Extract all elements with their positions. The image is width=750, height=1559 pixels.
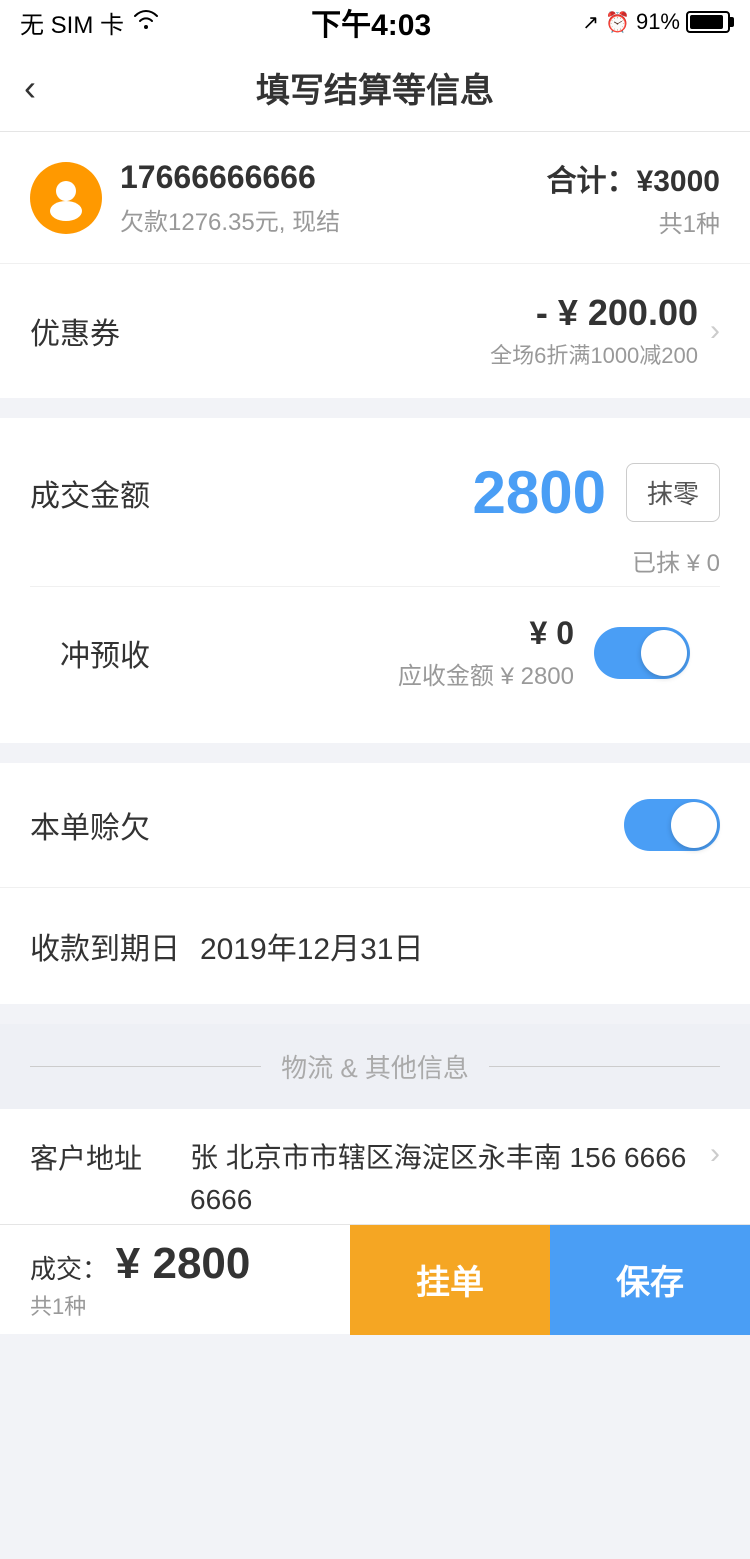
bottom-deal-info: 成交： ¥ 2800 共1种	[0, 1239, 350, 1321]
deal-subtext: 已抹 ¥ 0	[632, 550, 720, 577]
logistics-line-right	[489, 1066, 720, 1067]
prepay-label: 冲预收	[60, 631, 150, 675]
toggle-knob	[641, 630, 687, 676]
address-value: 张 北京市市辖区海淀区永丰南 156 6666 6666	[190, 1137, 710, 1221]
credit-label: 本单赊欠	[30, 803, 150, 847]
bottom-deal-label-row: 成交： ¥ 2800	[30, 1239, 320, 1289]
customer-section: 17666666666 欠款1276.35元, 现结 合计：¥3000 共1种 …	[0, 132, 750, 398]
total-amount: 合计：¥3000	[547, 156, 720, 200]
credit-toggle-knob	[671, 802, 717, 848]
deal-label: 成交金额	[30, 471, 150, 515]
deal-right: 2800 抹零	[473, 458, 721, 527]
prepay-amount: ¥ 0	[398, 615, 574, 652]
page-title: 填写结算等信息	[256, 63, 494, 112]
total-count: 共1种	[547, 204, 720, 239]
address-chevron-icon: ›	[710, 1137, 720, 1171]
hang-order-button[interactable]: 挂单	[350, 1225, 550, 1335]
credit-section: 本单赊欠 收款到期日 2019年12月31日	[0, 763, 750, 1004]
credit-toggle[interactable]	[624, 799, 720, 851]
address-label: 客户地址	[30, 1137, 170, 1177]
status-right: ↗ ⏰ 91%	[582, 9, 730, 35]
status-bar: 无 SIM 卡 下午4:03 ↗ ⏰ 91%	[0, 0, 750, 44]
customer-subtext: 欠款1276.35元, 现结	[120, 202, 340, 237]
nav-bar: ‹ 填写结算等信息	[0, 44, 750, 132]
prepay-row: 冲预收 ¥ 0 应收金额 ¥ 2800	[30, 586, 720, 719]
duedate-value: 2019年12月31日	[200, 924, 423, 968]
prepay-subtext: 应收金额 ¥ 2800	[398, 656, 574, 691]
content-area: 17666666666 欠款1276.35元, 现结 合计：¥3000 共1种 …	[0, 132, 750, 1559]
chevron-right-icon: ›	[710, 314, 720, 348]
status-time: 下午4:03	[311, 0, 431, 44]
customer-info: 17666666666 欠款1276.35元, 现结	[120, 159, 340, 237]
coupon-amount: - ¥ 200.00	[490, 292, 698, 334]
battery-icon	[686, 11, 730, 33]
battery-percent: 91%	[636, 9, 680, 35]
customer-row: 17666666666 欠款1276.35元, 现结 合计：¥3000 共1种	[0, 132, 750, 264]
clock-icon: ⏰	[605, 10, 630, 35]
coupon-row[interactable]: 优惠券 - ¥ 200.00 全场6折满1000减200 ›	[0, 264, 750, 398]
duedate-row: 收款到期日 2019年12月31日	[0, 887, 750, 1004]
wifi-icon	[132, 8, 160, 36]
divider-1	[0, 398, 750, 418]
customer-phone: 17666666666	[120, 159, 340, 196]
logistics-line-left	[30, 1066, 261, 1067]
status-left: 无 SIM 卡	[20, 5, 160, 40]
coupon-right: - ¥ 200.00 全场6折满1000减200 ›	[490, 292, 720, 370]
prepay-right: ¥ 0 应收金额 ¥ 2800	[398, 615, 690, 691]
round-button[interactable]: 抹零	[626, 463, 720, 522]
back-button[interactable]: ‹	[24, 67, 36, 109]
deal-section: 成交金额 2800 抹零 已抹 ¥ 0 冲预收 ¥ 0 应收金额 ¥ 2800	[0, 418, 750, 743]
logistics-label: 物流 & 其他信息	[281, 1048, 469, 1085]
prepay-toggle[interactable]	[594, 627, 690, 679]
deal-amount-value: 2800	[473, 458, 606, 527]
bottom-bar: 成交： ¥ 2800 共1种 挂单 保存	[0, 1224, 750, 1334]
prepay-info: ¥ 0 应收金额 ¥ 2800	[398, 615, 574, 691]
logistics-header: 物流 & 其他信息	[0, 1024, 750, 1109]
divider-3	[0, 1004, 750, 1024]
duedate-label: 收款到期日	[30, 924, 180, 968]
bottom-deal-amount: ¥ 2800	[116, 1239, 251, 1288]
bottom-deal-label: 成交：	[30, 1254, 108, 1284]
coupon-info: - ¥ 200.00 全场6折满1000减200	[490, 292, 698, 370]
deal-amount-row: 成交金额 2800 抹零	[30, 442, 720, 543]
coupon-desc: 全场6折满1000减200	[490, 338, 698, 370]
customer-total: 合计：¥3000 共1种	[547, 156, 720, 239]
divider-2	[0, 743, 750, 763]
sim-status: 无 SIM 卡	[20, 5, 124, 40]
coupon-label: 优惠券	[30, 309, 120, 353]
customer-left: 17666666666 欠款1276.35元, 现结	[30, 159, 340, 237]
avatar	[30, 162, 102, 234]
credit-row: 本单赊欠	[0, 763, 750, 887]
bottom-deal-count: 共1种	[30, 1289, 320, 1321]
save-button[interactable]: 保存	[550, 1225, 750, 1335]
location-icon: ↗	[582, 10, 599, 35]
